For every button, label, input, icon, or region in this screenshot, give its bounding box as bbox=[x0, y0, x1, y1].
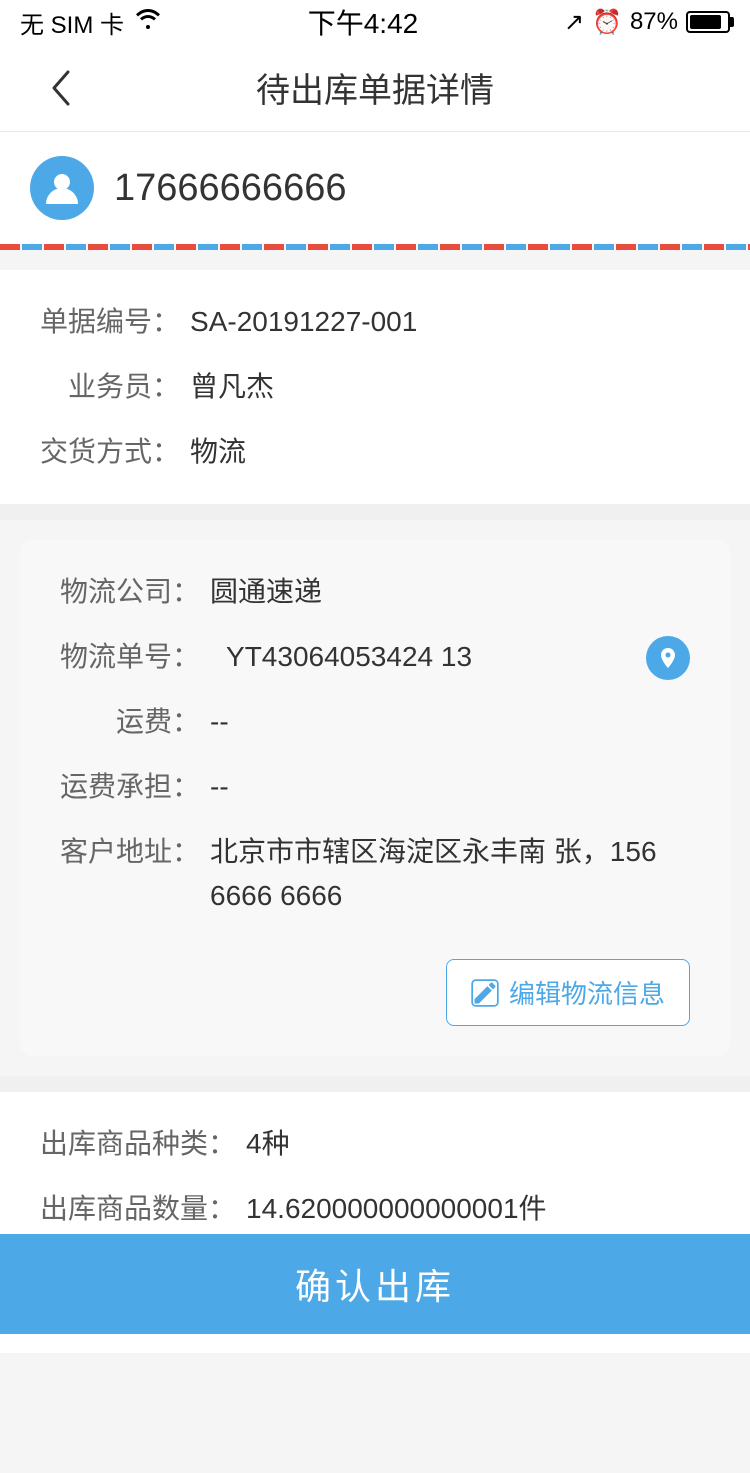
dashed-divider bbox=[0, 244, 750, 250]
logistics-company-label: 物流公司： bbox=[60, 570, 200, 615]
freight-bearer-label: 运费承担： bbox=[60, 765, 200, 810]
delivery-method-label: 交货方式： bbox=[40, 430, 180, 475]
logistics-company-value: 圆通速递 bbox=[210, 570, 690, 615]
goods-quantity-row: 出库商品数量： 14.620000000000001件 bbox=[40, 1187, 710, 1232]
freight-bearer-row: 运费承担： -- bbox=[60, 765, 690, 810]
nav-bar: 待出库单据详情 bbox=[0, 44, 750, 132]
goods-types-value: 4种 bbox=[246, 1122, 710, 1167]
tracking-map-button[interactable] bbox=[646, 636, 690, 680]
battery-icon bbox=[686, 11, 730, 33]
delivery-method-row: 交货方式： 物流 bbox=[40, 430, 710, 475]
doc-no-value: SA-20191227-001 bbox=[190, 300, 710, 345]
wifi-icon bbox=[134, 8, 162, 36]
freight-value: -- bbox=[210, 700, 690, 745]
goods-quantity-value: 14.620000000000001件 bbox=[246, 1187, 710, 1232]
gray-divider-2 bbox=[0, 1076, 750, 1092]
status-bar: 无 SIM 卡 下午4:42 ↗ ⏰ 87% bbox=[0, 0, 750, 44]
goods-types-row: 出库商品种类： 4种 bbox=[40, 1122, 710, 1167]
back-button[interactable] bbox=[30, 58, 90, 118]
basic-info-section: 单据编号： SA-20191227-001 业务员： 曾凡杰 交货方式： 物流 bbox=[0, 270, 750, 504]
edit-logistics-button[interactable]: 编辑物流信息 bbox=[446, 959, 690, 1026]
goods-quantity-label: 出库商品数量： bbox=[40, 1187, 236, 1232]
salesperson-value: 曾凡杰 bbox=[190, 365, 710, 410]
location-status-icon: ↗ bbox=[564, 8, 584, 37]
salesperson-row: 业务员： 曾凡杰 bbox=[40, 365, 710, 410]
gray-divider-1 bbox=[0, 504, 750, 520]
tracking-value: YT43064053424 13 bbox=[226, 635, 630, 680]
alarm-icon: ⏰ bbox=[592, 8, 622, 37]
salesperson-label: 业务员： bbox=[40, 365, 180, 410]
freight-bearer-value: -- bbox=[210, 765, 690, 810]
confirm-button[interactable]: 确认出库 bbox=[0, 1234, 750, 1334]
address-value: 北京市市辖区海淀区永丰南 张，156 6666 6666 bbox=[210, 830, 690, 920]
tracking-row: 物流单号： YT43064053424 13 bbox=[60, 635, 690, 680]
user-phone: 17666666666 bbox=[114, 167, 346, 210]
status-left: 无 SIM 卡 bbox=[20, 5, 162, 40]
avatar bbox=[30, 156, 94, 220]
page-title: 待出库单据详情 bbox=[256, 63, 494, 112]
logistics-section: 物流公司： 圆通速递 物流单号： YT43064053424 13 运费： --… bbox=[20, 540, 730, 1056]
status-right: ↗ ⏰ 87% bbox=[564, 8, 730, 37]
logistics-company-row: 物流公司： 圆通速递 bbox=[60, 570, 690, 615]
status-time: 下午4:42 bbox=[308, 2, 419, 42]
battery-text: 87% bbox=[630, 8, 678, 36]
freight-row: 运费： -- bbox=[60, 700, 690, 745]
freight-label: 运费： bbox=[60, 700, 200, 745]
address-label: 客户地址： bbox=[60, 830, 200, 875]
user-header: 17666666666 bbox=[0, 132, 750, 244]
doc-no-row: 单据编号： SA-20191227-001 bbox=[40, 300, 710, 345]
confirm-button-label: 确认出库 bbox=[295, 1258, 455, 1310]
address-row: 客户地址： 北京市市辖区海淀区永丰南 张，156 6666 6666 bbox=[60, 830, 690, 920]
goods-types-label: 出库商品种类： bbox=[40, 1122, 236, 1167]
edit-btn-container: 编辑物流信息 bbox=[60, 939, 690, 1026]
delivery-method-value: 物流 bbox=[190, 430, 710, 475]
tracking-label: 物流单号： bbox=[60, 635, 200, 680]
doc-no-label: 单据编号： bbox=[40, 300, 180, 345]
carrier-text: 无 SIM 卡 bbox=[20, 5, 124, 40]
edit-logistics-label: 编辑物流信息 bbox=[509, 974, 665, 1011]
